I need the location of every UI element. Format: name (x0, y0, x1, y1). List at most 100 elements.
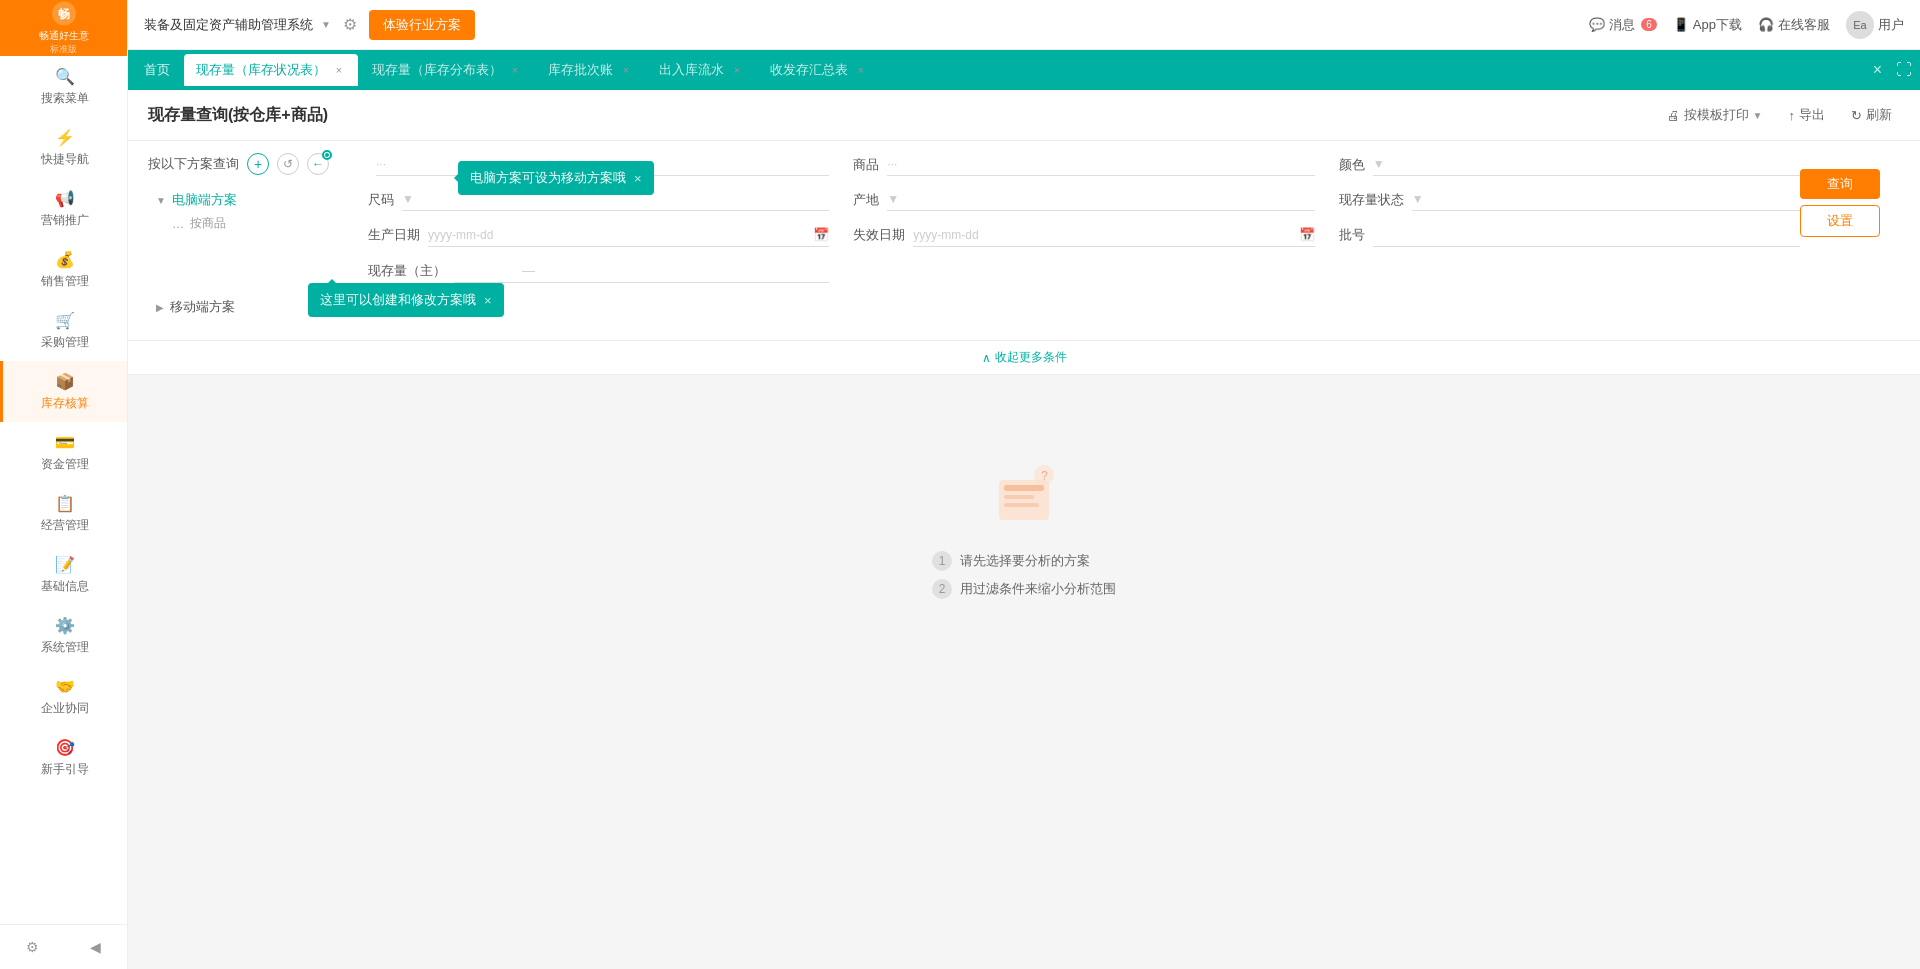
tab-fullscreen-icon[interactable]: ⛶ (1892, 57, 1916, 83)
purchase-icon: 🛒 (55, 310, 75, 330)
svg-text:?: ? (1041, 469, 1048, 483)
stock-main-input[interactable]: — (454, 259, 829, 283)
search-button[interactable]: 查询 (1800, 169, 1880, 199)
expire-date-input[interactable]: yyyy-mm-dd 📅 (913, 223, 1314, 247)
sidebar: 畅 畅通好生意 标准版 🔍 搜索菜单 ⚡ 快捷导航 📢 营销推广 💰 销售管理 … (0, 0, 128, 969)
inventory-icon: 📦 (55, 371, 75, 391)
add-scheme-button[interactable]: + (247, 153, 269, 175)
sidebar-item-label: 基础信息 (41, 578, 89, 595)
phone-icon: 📱 (1673, 17, 1689, 32)
step-num-1: 1 (932, 551, 952, 571)
tab-close-icon[interactable]: × (332, 63, 346, 77)
stock-main-label: 现存量（主） (368, 262, 446, 280)
sidebar-item-management[interactable]: 📋 经营管理 (0, 483, 127, 544)
tab-home[interactable]: 首页 (132, 54, 182, 86)
sidebar-item-inventory[interactable]: 📦 库存核算 (0, 361, 127, 422)
tab-close-icon[interactable]: × (619, 63, 633, 77)
tab-flow[interactable]: 出入库流水 × (647, 54, 756, 86)
page-title: 现存量查询(按仓库+商品) (148, 105, 328, 126)
stock-status-select[interactable]: ▼ (1412, 188, 1800, 211)
origin-dropdown-icon: ▼ (887, 192, 899, 206)
batch-input[interactable] (1373, 223, 1800, 247)
sidebar-item-finance[interactable]: 💳 资金管理 (0, 422, 127, 483)
tab-inventory-status[interactable]: 现存量（库存状况表） × (184, 54, 358, 86)
sidebar-item-quick[interactable]: ⚡ 快捷导航 (0, 117, 127, 178)
sidebar-item-label: 搜索菜单 (41, 90, 89, 107)
message-action[interactable]: 💬 消息 6 (1589, 16, 1657, 34)
topbar-settings-icon[interactable]: ⚙ (339, 11, 361, 38)
size-dropdown-icon: ▼ (402, 192, 414, 206)
user-action[interactable]: Ea 用户 (1846, 11, 1904, 39)
tooltip-edit-close-button[interactable]: × (484, 293, 492, 308)
collapse-bar[interactable]: ∧ 收起更多条件 (128, 341, 1920, 375)
sidebar-item-label: 资金管理 (41, 456, 89, 473)
tab-close-icon[interactable]: × (730, 63, 744, 77)
tab-inventory-dist[interactable]: 现存量（库存分布表） × (360, 54, 534, 86)
user-label: 用户 (1878, 16, 1904, 34)
guide-icon: 🎯 (55, 737, 75, 757)
sidebar-item-basic[interactable]: 📝 基础信息 (0, 544, 127, 605)
tooltip-edit-text: 这里可以创建和修改方案哦 (320, 291, 476, 309)
basic-icon: 📝 (55, 554, 75, 574)
action-buttons: 查询 设置 (1800, 169, 1880, 237)
tooltip-scheme-edit: 这里可以创建和修改方案哦 × (308, 283, 504, 317)
sidebar-item-label: 企业协同 (41, 700, 89, 717)
chevron-up-icon: ∧ (982, 351, 991, 365)
tab-close-icon[interactable]: × (854, 63, 868, 77)
filter-section: 按以下方案查询 + ↺ ← 电脑方案可设为移动方案哦 × (128, 141, 1920, 341)
sidebar-item-system[interactable]: ⚙️ 系统管理 (0, 605, 127, 666)
tabbar-actions: × ⛶ (1869, 57, 1916, 83)
empty-state: ? 1 请先选择要分析的方案 2 用过滤条件来缩小分析范围 (128, 375, 1920, 679)
online-support-action[interactable]: 🎧 在线客服 (1758, 16, 1830, 34)
export-icon: ↑ (1789, 108, 1796, 123)
sidebar-item-purchase[interactable]: 🛒 采购管理 (0, 300, 127, 361)
step-1-label: 请先选择要分析的方案 (960, 552, 1090, 570)
collapse-sidebar-icon[interactable]: ◀ (86, 935, 105, 959)
arrow-scheme-button[interactable]: ← (307, 153, 329, 175)
tab-close-icon[interactable]: × (508, 63, 522, 77)
system-dropdown-icon[interactable]: ▼ (321, 19, 331, 30)
goods-label: 商品 (853, 156, 879, 174)
sidebar-item-sales[interactable]: 💰 销售管理 (0, 239, 127, 300)
refresh-button[interactable]: ↻ 刷新 (1843, 102, 1900, 128)
goods-select[interactable]: ··· (887, 153, 1314, 176)
logo-sub: 标准版 (50, 43, 77, 56)
empty-step-2: 2 用过滤条件来缩小分析范围 (932, 579, 1116, 599)
topbar: 装备及固定资产辅助管理系统 ▼ ⚙ 体验行业方案 💬 消息 6 📱 App下载 … (128, 0, 1920, 50)
set-button[interactable]: 设置 (1800, 205, 1880, 237)
filter-label: 按以下方案查询 (148, 155, 239, 173)
tab-close-all-icon[interactable]: × (1869, 57, 1886, 83)
sidebar-item-label: 采购管理 (41, 334, 89, 351)
stock-main-to[interactable] (543, 263, 603, 278)
stock-main-from[interactable] (454, 263, 514, 278)
goods-dots: ··· (887, 157, 897, 171)
sidebar-item-search[interactable]: 🔍 搜索菜单 (0, 56, 127, 117)
settings-bottom-icon[interactable]: ⚙ (22, 935, 43, 959)
trial-button[interactable]: 体验行业方案 (369, 10, 475, 40)
tab-label: 现存量（库存分布表） (372, 61, 502, 79)
sidebar-item-guide[interactable]: 🎯 新手引导 (0, 727, 127, 788)
origin-select[interactable]: ▼ (887, 188, 1314, 211)
sidebar-item-marketing[interactable]: 📢 营销推广 (0, 178, 127, 239)
filter-stock-status-row: 现存量状态 ▼ (1339, 188, 1800, 211)
sales-icon: 💰 (55, 249, 75, 269)
print-button[interactable]: 🖨 按模板打印 ▼ (1659, 102, 1771, 128)
print-dropdown-icon: ▼ (1753, 110, 1763, 121)
color-label: 颜色 (1339, 156, 1365, 174)
app-download-action[interactable]: 📱 App下载 (1673, 16, 1742, 34)
empty-step-1: 1 请先选择要分析的方案 (932, 551, 1116, 571)
tab-batch-ledger[interactable]: 库存批次账 × (536, 54, 645, 86)
online-support-label: 在线客服 (1778, 16, 1830, 34)
expire-date-cal-icon[interactable]: 📅 (1299, 227, 1315, 242)
export-button[interactable]: ↑ 导出 (1781, 102, 1834, 128)
scheme-desktop[interactable]: ▼ 电脑端方案 (148, 187, 348, 213)
svg-rect-4 (1004, 495, 1034, 499)
tab-summary[interactable]: 收发存汇总表 × (758, 54, 880, 86)
sidebar-item-cooperation[interactable]: 🤝 企业协同 (0, 666, 127, 727)
tooltip-close-button[interactable]: × (634, 171, 642, 186)
produce-date-input[interactable]: yyyy-mm-dd 📅 (428, 223, 829, 247)
color-select[interactable]: ▼ (1373, 153, 1800, 176)
produce-date-cal-icon[interactable]: 📅 (813, 227, 829, 242)
topbar-right: 💬 消息 6 📱 App下载 🎧 在线客服 Ea 用户 (1589, 11, 1904, 39)
refresh-scheme-button[interactable]: ↺ (277, 153, 299, 175)
